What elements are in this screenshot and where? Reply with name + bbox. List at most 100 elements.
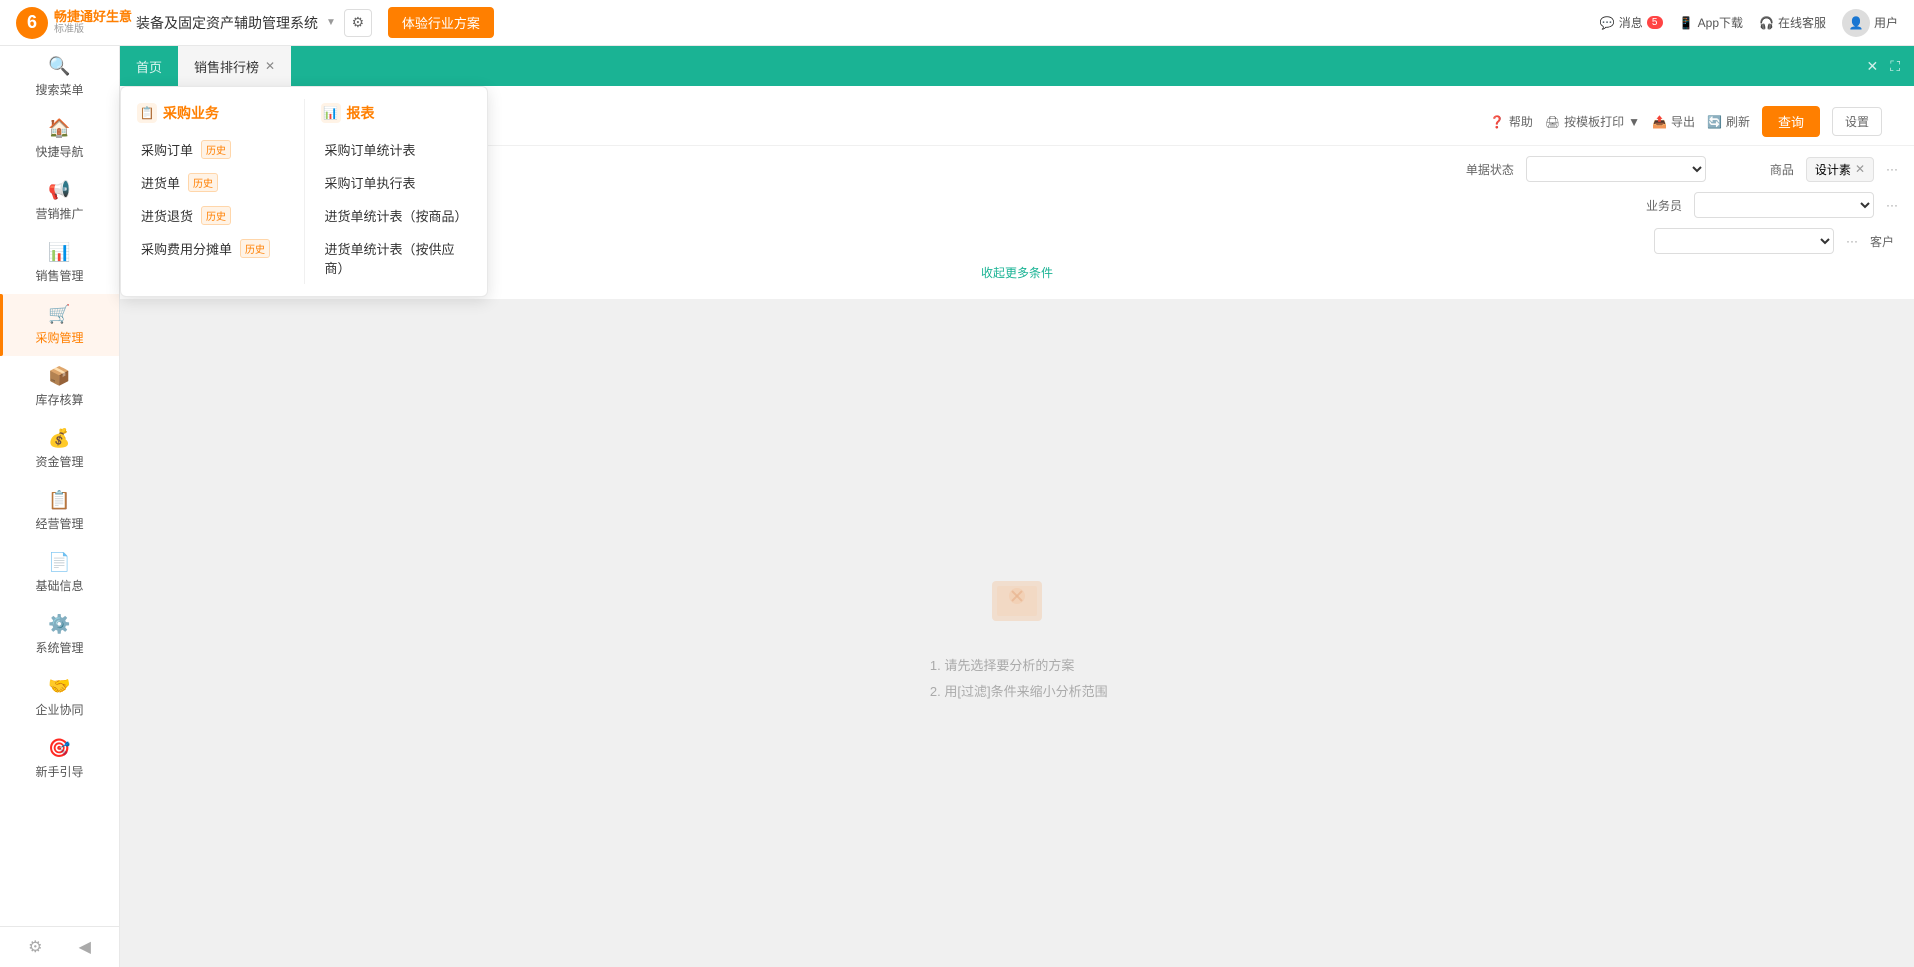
menu-item-order-exec[interactable]: 采购订单执行表	[321, 166, 472, 199]
logo-icon: 6	[16, 7, 48, 39]
sidebar-bottom: ⚙ ◀	[0, 926, 119, 967]
empty-state: 请先选择要分析的方案 用[过滤]条件来缩小分析范围	[120, 299, 1914, 967]
sidebar-item-enterprise[interactable]: 🤝 企业协同	[0, 666, 119, 728]
customer-select[interactable]	[1654, 228, 1834, 254]
menu-heading-purchase: 📋 采购业务	[137, 99, 288, 133]
sidebar-item-marketing[interactable]: 📢 营销推广	[0, 170, 119, 232]
menu-item-purchase-order[interactable]: 采购订单 历史	[137, 133, 288, 166]
system-name-text: 装备及固定资产辅助管理系统	[136, 13, 318, 33]
sidebar-item-quicknav[interactable]: 🏠 快捷导航	[0, 108, 119, 170]
sidebar-item-operations[interactable]: 📋 经营管理	[0, 480, 119, 542]
sidebar-item-purchase[interactable]: 🛒 采购管理	[0, 294, 119, 356]
logo-text: 畅捷通好生意 标准版	[54, 9, 132, 37]
sidebar-collapse-button[interactable]: ◀	[79, 937, 91, 957]
system-name-area: 装备及固定资产辅助管理系统 ▼ ⚙ 体验行业方案	[136, 7, 1600, 38]
empty-hint-2: 用[过滤]条件来缩小分析范围	[944, 679, 1107, 705]
tab-close-window-button[interactable]: ✕	[1862, 56, 1882, 77]
sidebar-item-system[interactable]: ⚙️ 系统管理	[0, 604, 119, 666]
sidebar-item-basic[interactable]: 📄 基础信息	[0, 542, 119, 604]
sidebar-item-search[interactable]: 🔍 搜索菜单	[0, 46, 119, 108]
sidebar-label-sales: 销售管理	[35, 267, 83, 284]
purchase-icon: 🛒	[48, 304, 70, 325]
status-label: 单据状态	[1466, 161, 1514, 178]
menu-item-return[interactable]: 进货退货 历史	[137, 199, 288, 232]
menu-col-left: 📋 采购业务 采购订单 历史 进货单 历史 进货退货 历史 采购费用分摊单 历史	[121, 99, 304, 284]
goods-tag[interactable]: 设计素 ✕	[1806, 157, 1874, 182]
menu-item-label-inbound-goods: 进货单统计表（按商品）	[325, 206, 468, 225]
menu-item-inbound-goods[interactable]: 进货单统计表（按商品）	[321, 199, 472, 232]
message-icon: 💬	[1600, 16, 1615, 30]
user-action[interactable]: 👤 用户	[1842, 9, 1898, 37]
system-dropdown-arrow[interactable]: ▼	[326, 17, 336, 28]
inventory-icon: 📦	[48, 366, 70, 387]
settings-button[interactable]: 设置	[1832, 107, 1882, 136]
print-dropdown-arrow[interactable]: ▼	[1628, 115, 1640, 129]
print-icon: 🖨	[1545, 115, 1560, 129]
user-label: 用户	[1874, 14, 1898, 31]
tab-home[interactable]: 首页	[120, 46, 178, 86]
sidebar-settings-button[interactable]: ⚙	[28, 937, 42, 957]
history-tag-inbound: 历史	[188, 173, 218, 192]
salesperson-select[interactable]	[1694, 192, 1874, 218]
tab-bar: 首页 销售排行榜 ✕ ✕ ⛶	[120, 46, 1914, 86]
menu-item-inbound-supplier[interactable]: 进货单统计表（按供应商）	[321, 232, 472, 284]
tab-close-icon[interactable]: ✕	[265, 59, 275, 73]
sidebar-item-sales[interactable]: 📊 销售管理	[0, 232, 119, 294]
menu-item-inbound[interactable]: 进货单 历史	[137, 166, 288, 199]
history-tag-return: 历史	[201, 206, 231, 225]
online-service-label: 在线客服	[1778, 14, 1826, 31]
sidebar-label-system: 系统管理	[35, 639, 83, 656]
menu-item-label-return: 进货退货	[141, 206, 193, 225]
system-gear-button[interactable]: ⚙	[344, 9, 372, 37]
salesperson-more-icon[interactable]: ···	[1886, 198, 1898, 212]
goods-more-icon[interactable]: ···	[1886, 162, 1898, 176]
sidebar-item-inventory[interactable]: 📦 库存核算	[0, 356, 119, 418]
export-button[interactable]: 📤 导出	[1652, 113, 1695, 130]
history-tag-cost: 历史	[240, 239, 270, 258]
industry-button[interactable]: 体验行业方案	[388, 7, 494, 38]
sidebar-item-guide[interactable]: 🎯 新手引导	[0, 728, 119, 790]
query-button[interactable]: 查询	[1762, 106, 1820, 137]
tab-maximize-button[interactable]: ⛶	[1886, 56, 1904, 77]
empty-hints: 请先选择要分析的方案 用[过滤]条件来缩小分析范围	[926, 653, 1107, 705]
goods-tag-text: 设计素	[1815, 161, 1851, 178]
status-select[interactable]	[1526, 156, 1706, 182]
export-label: 导出	[1671, 113, 1695, 130]
collapse-button[interactable]: 收起更多条件	[981, 264, 1053, 281]
empty-hint-1: 请先选择要分析的方案	[944, 653, 1107, 679]
menu-item-label-purchase-order: 采购订单	[141, 140, 193, 159]
sidebar-item-finance[interactable]: 💰 资金管理	[0, 418, 119, 480]
message-action[interactable]: 💬 消息 5	[1600, 14, 1663, 31]
menu-item-cost[interactable]: 采购费用分摊单 历史	[137, 232, 288, 265]
customer-more-icon[interactable]: ···	[1846, 234, 1858, 248]
app-download-action[interactable]: 📱 App下载	[1679, 14, 1743, 31]
goods-label: 商品	[1770, 161, 1794, 178]
customer-label: 客户	[1870, 233, 1894, 250]
print-button[interactable]: 🖨 按模板打印 ▼	[1545, 113, 1640, 130]
refresh-icon: 🔄	[1707, 115, 1722, 129]
app-download-label: App下载	[1698, 14, 1743, 31]
tab-sales-ranking-label: 销售排行榜	[194, 57, 259, 76]
logo-sub: 标准版	[54, 24, 132, 36]
print-label: 按模板打印	[1564, 113, 1624, 130]
refresh-button[interactable]: 🔄 刷新	[1707, 113, 1750, 130]
avatar: 👤	[1842, 9, 1870, 37]
tab-sales-ranking[interactable]: 销售排行榜 ✕	[178, 46, 291, 86]
menu-item-label-cost: 采购费用分摊单	[141, 239, 232, 258]
menu-item-order-stats[interactable]: 采购订单统计表	[321, 133, 472, 166]
export-icon: 📤	[1652, 115, 1667, 129]
purchase-dropdown-menu: 📋 采购业务 采购订单 历史 进货单 历史 进货退货 历史 采购费用分摊单 历史…	[120, 86, 488, 297]
reports-menu-icon: 📊	[321, 103, 341, 123]
menu-item-label-inbound-supplier: 进货单统计表（按供应商）	[325, 239, 468, 277]
help-icon: ❓	[1490, 115, 1505, 129]
message-label: 消息	[1619, 14, 1643, 31]
operations-icon: 📋	[48, 490, 70, 511]
online-service-action[interactable]: 🎧 在线客服	[1759, 14, 1826, 31]
goods-tag-close[interactable]: ✕	[1855, 162, 1865, 176]
help-button[interactable]: ❓ 帮助	[1490, 113, 1533, 130]
menu-heading-reports-label: 报表	[347, 103, 375, 123]
guide-icon: 🎯	[48, 738, 70, 759]
history-tag-purchase-order: 历史	[201, 140, 231, 159]
top-header: 6 畅捷通好生意 标准版 装备及固定资产辅助管理系统 ▼ ⚙ 体验行业方案 💬 …	[0, 0, 1914, 46]
menu-item-label-order-exec: 采购订单执行表	[325, 173, 416, 192]
